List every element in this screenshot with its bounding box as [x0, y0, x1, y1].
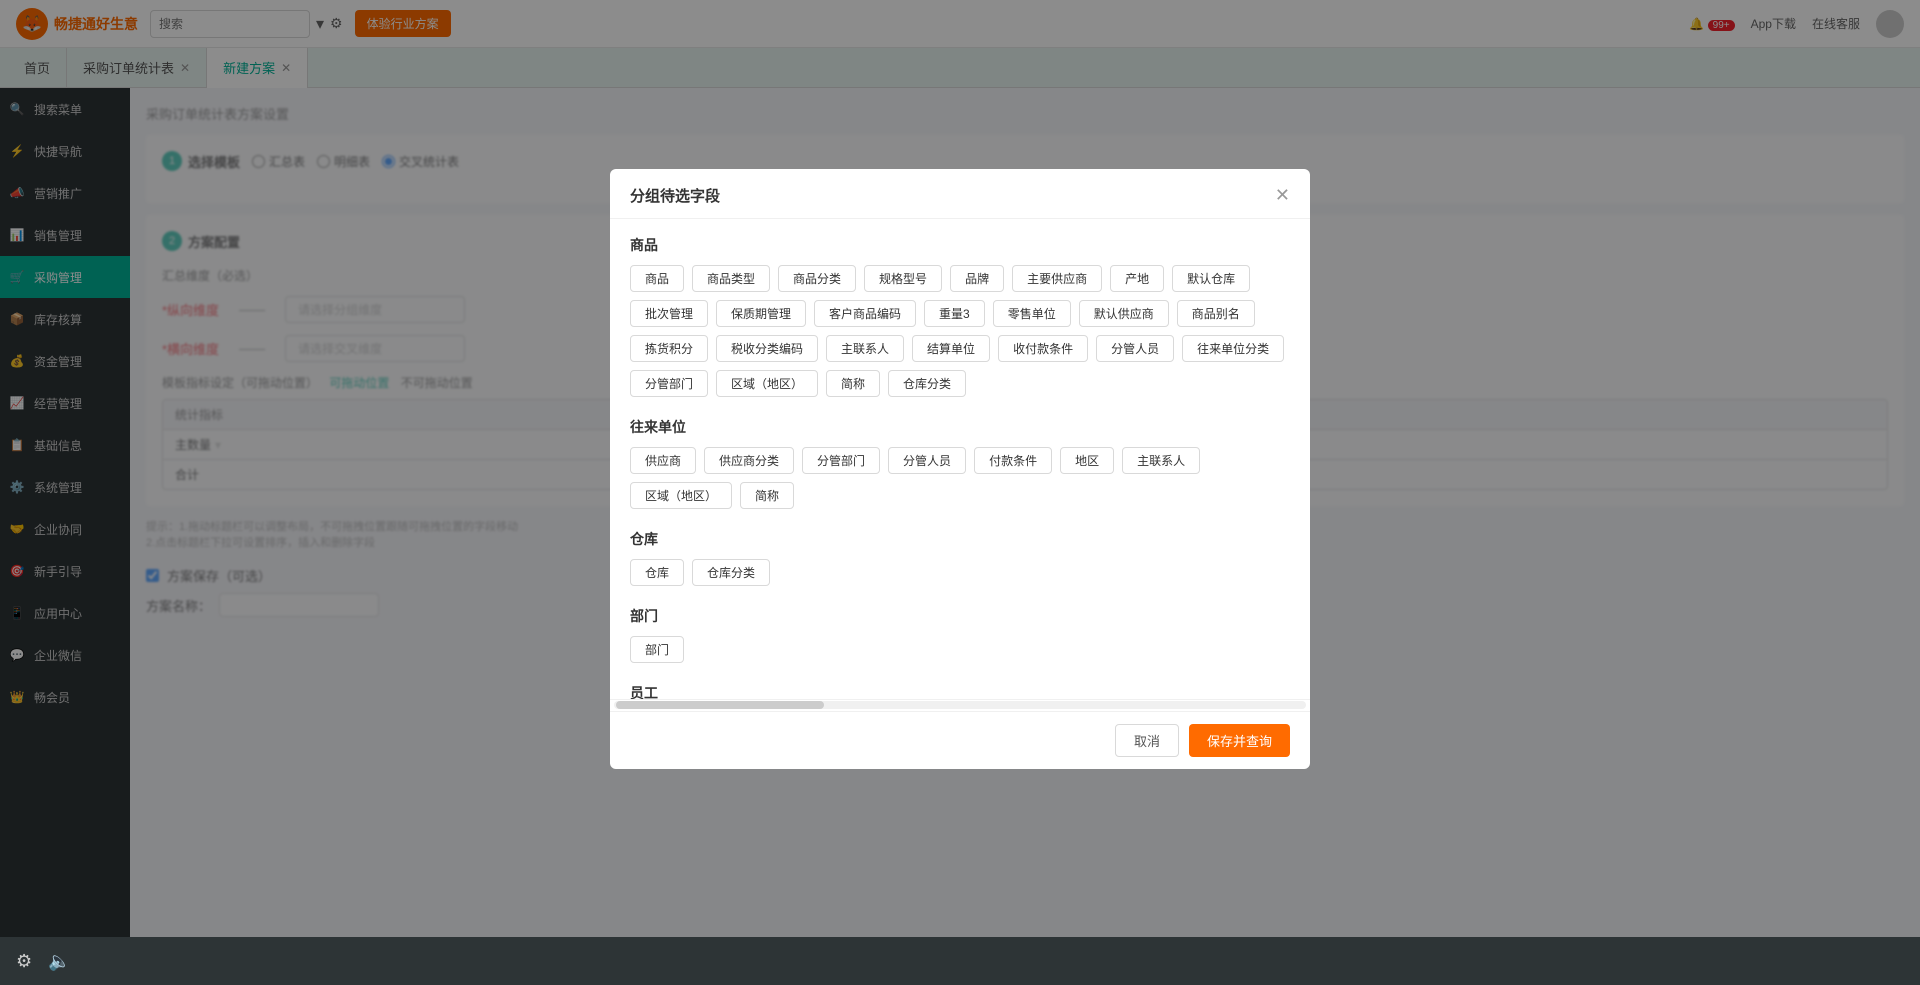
- tag-goods-10[interactable]: 客户商品编码: [814, 300, 916, 327]
- modal-close-btn[interactable]: ✕: [1275, 185, 1290, 206]
- tag-goods-6[interactable]: 产地: [1110, 265, 1164, 292]
- tag-goods-13[interactable]: 默认供应商: [1079, 300, 1169, 327]
- section-partner: 往来单位 供应商 供应商分类 分管部门 分管人员 付款条件 地区 主联系人 区域…: [630, 417, 1290, 509]
- tag-partner-3[interactable]: 分管人员: [888, 447, 966, 474]
- section-employee: 员工 业务员: [630, 683, 1290, 699]
- cancel-button[interactable]: 取消: [1115, 724, 1179, 757]
- tag-goods-11[interactable]: 重量3: [924, 300, 985, 327]
- modal-header: 分组待选字段 ✕: [610, 169, 1310, 219]
- section-employee-title: 员工: [630, 683, 1290, 699]
- modal-overlay: 分组待选字段 ✕ 商品 商品 商品类型 商品分类 规格型号 品牌 主要供应商 产…: [0, 0, 1920, 937]
- tag-goods-20[interactable]: 分管人员: [1096, 335, 1174, 362]
- tag-goods-23[interactable]: 区域（地区）: [716, 370, 818, 397]
- section-warehouse: 仓库 仓库 仓库分类: [630, 529, 1290, 586]
- tag-partner-1[interactable]: 供应商分类: [704, 447, 794, 474]
- tag-goods-8[interactable]: 批次管理: [630, 300, 708, 327]
- tag-goods-19[interactable]: 收付款条件: [998, 335, 1088, 362]
- tag-goods-22[interactable]: 分管部门: [630, 370, 708, 397]
- modal-body: 商品 商品 商品类型 商品分类 规格型号 品牌 主要供应商 产地 默认仓库 批次…: [610, 219, 1310, 699]
- tag-goods-5[interactable]: 主要供应商: [1012, 265, 1102, 292]
- tag-partner-0[interactable]: 供应商: [630, 447, 696, 474]
- tag-partner-4[interactable]: 付款条件: [974, 447, 1052, 474]
- tag-goods-12[interactable]: 零售单位: [993, 300, 1071, 327]
- tag-partner-6[interactable]: 主联系人: [1122, 447, 1200, 474]
- section-goods-title: 商品: [630, 235, 1290, 255]
- tag-goods-17[interactable]: 主联系人: [826, 335, 904, 362]
- tag-partner-8[interactable]: 简称: [740, 482, 794, 509]
- save-query-button[interactable]: 保存并查询: [1189, 724, 1290, 757]
- section-partner-tags: 供应商 供应商分类 分管部门 分管人员 付款条件 地区 主联系人 区域（地区） …: [630, 447, 1290, 509]
- modal-title: 分组待选字段: [630, 185, 720, 206]
- tag-goods-9[interactable]: 保质期管理: [716, 300, 806, 327]
- section-goods-tags: 商品 商品类型 商品分类 规格型号 品牌 主要供应商 产地 默认仓库 批次管理 …: [630, 265, 1290, 397]
- tag-goods-24[interactable]: 简称: [826, 370, 880, 397]
- tag-goods-4[interactable]: 品牌: [950, 265, 1004, 292]
- tag-partner-5[interactable]: 地区: [1060, 447, 1114, 474]
- section-dept-title: 部门: [630, 606, 1290, 626]
- section-warehouse-tags: 仓库 仓库分类: [630, 559, 1290, 586]
- section-partner-title: 往来单位: [630, 417, 1290, 437]
- tag-goods-21[interactable]: 往来单位分类: [1182, 335, 1284, 362]
- tag-goods-18[interactable]: 结算单位: [912, 335, 990, 362]
- tag-warehouse-1[interactable]: 仓库分类: [692, 559, 770, 586]
- modal-hscroll: [610, 699, 1310, 711]
- section-goods: 商品 商品 商品类型 商品分类 规格型号 品牌 主要供应商 产地 默认仓库 批次…: [630, 235, 1290, 397]
- tag-dept-0[interactable]: 部门: [630, 636, 684, 663]
- bottom-bar: ⚙ 🔈: [0, 937, 1920, 985]
- volume-bottom-icon[interactable]: 🔈: [48, 951, 70, 972]
- tag-goods-25[interactable]: 仓库分类: [888, 370, 966, 397]
- settings-bottom-icon[interactable]: ⚙: [16, 951, 32, 972]
- tag-goods-0[interactable]: 商品: [630, 265, 684, 292]
- tag-goods-3[interactable]: 规格型号: [864, 265, 942, 292]
- tag-warehouse-0[interactable]: 仓库: [630, 559, 684, 586]
- tag-goods-14[interactable]: 商品别名: [1177, 300, 1255, 327]
- modal-footer: 取消 保存并查询: [610, 711, 1310, 769]
- tag-goods-2[interactable]: 商品分类: [778, 265, 856, 292]
- section-warehouse-title: 仓库: [630, 529, 1290, 549]
- tag-partner-7[interactable]: 区域（地区）: [630, 482, 732, 509]
- section-dept-tags: 部门: [630, 636, 1290, 663]
- tag-goods-1[interactable]: 商品类型: [692, 265, 770, 292]
- tag-goods-7[interactable]: 默认仓库: [1172, 265, 1250, 292]
- section-dept: 部门 部门: [630, 606, 1290, 663]
- tag-goods-16[interactable]: 税收分类编码: [716, 335, 818, 362]
- hscroll-thumb[interactable]: [616, 701, 824, 709]
- tag-goods-15[interactable]: 拣货积分: [630, 335, 708, 362]
- modal-dialog: 分组待选字段 ✕ 商品 商品 商品类型 商品分类 规格型号 品牌 主要供应商 产…: [610, 169, 1310, 769]
- tag-partner-2[interactable]: 分管部门: [802, 447, 880, 474]
